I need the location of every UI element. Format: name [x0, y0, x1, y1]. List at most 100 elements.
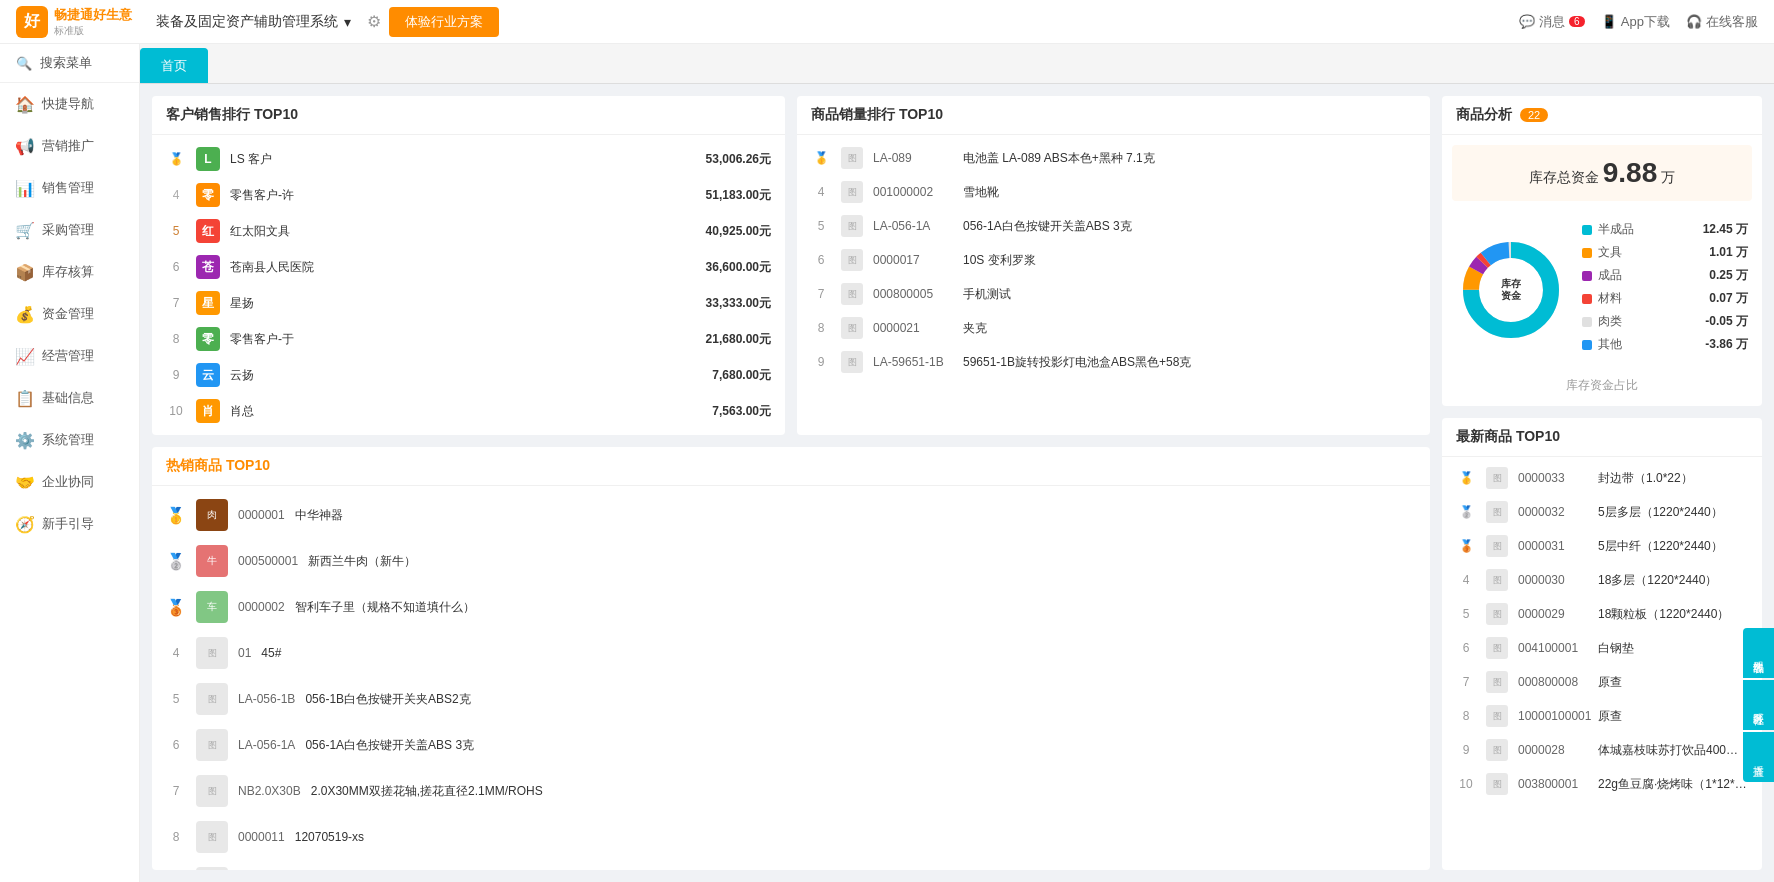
sidebar-item-label: 经营管理 [42, 347, 94, 365]
legend-dot-4 [1582, 294, 1592, 304]
tab-home[interactable]: 首页 [140, 48, 208, 83]
newest-code-7: 000800008 [1518, 675, 1588, 689]
table-row: 6 图 0000017 10S 变利罗浆 [797, 243, 1430, 277]
system-selector[interactable]: 装备及固定资产辅助管理系统 ▾ [156, 13, 351, 31]
phone-icon: 📱 [1601, 14, 1617, 29]
online-service-btn[interactable]: 🎧 在线客服 [1686, 13, 1758, 31]
sidebar-item-quick-nav[interactable]: 🏠 快捷导航 [0, 83, 139, 125]
sidebar-item-cooperation[interactable]: 🤝 企业协同 [0, 461, 139, 503]
hot-code-5: LA-056-1B [238, 692, 295, 706]
newest-name-10: 22g鱼豆腐·烧烤味（1*12*20） [1598, 776, 1748, 793]
legend-value-1: 12.45 万 [1703, 221, 1748, 238]
float-btn-service[interactable]: 客服热线 [1743, 628, 1774, 678]
customer-amount-2: 51,183.00元 [706, 187, 771, 204]
inventory-total-value: 9.88 [1603, 157, 1658, 188]
hot-code-3: 0000002 [238, 600, 285, 614]
table-row: 5 红 红太阳文具 40,925.00元 [152, 213, 785, 249]
prod-img-5: 图 [841, 283, 863, 305]
table-row: 4 零 零售客户-许 51,183.00元 [152, 177, 785, 213]
newest-code-5: 0000029 [1518, 607, 1588, 621]
logo-brand: 畅捷通好生意 [54, 6, 132, 24]
table-row: 5 图 LA-056-1A 056-1A白色按键开关盖ABS 3克 [797, 209, 1430, 243]
inventory-legend: 半成品 12.45 万 文具 1.01 万 成品 0 [1582, 221, 1748, 359]
customer-ranking-list: 🥇 L LS 客户 53,006.26元 4 零 零售客户-许 51,183.0… [152, 135, 785, 435]
sidebar-item-base-info[interactable]: 📋 基础信息 [0, 377, 139, 419]
product-sales-title: 商品销量排行 TOP10 [811, 106, 943, 124]
newest-rank-10: 10 [1456, 777, 1476, 791]
experience-btn[interactable]: 体验行业方案 [389, 7, 499, 37]
sidebar-item-guide[interactable]: 🧭 新手引导 [0, 503, 139, 545]
sidebar-item-finance[interactable]: 💰 资金管理 [0, 293, 139, 335]
chevron-down-icon[interactable]: ▾ [344, 14, 351, 30]
sales-icon: 📊 [16, 179, 34, 197]
app-download-btn[interactable]: 📱 App下载 [1601, 13, 1670, 31]
customer-name-3: 红太阳文具 [230, 223, 696, 240]
sidebar-item-system[interactable]: ⚙️ 系统管理 [0, 419, 139, 461]
sidebar-item-label: 新手引导 [42, 515, 94, 533]
sidebar-item-inventory[interactable]: 📦 库存核算 [0, 251, 139, 293]
list-item: 9 图 KK-SD22110H 花语萌恒温分腿睡袋（厚款） [152, 860, 1430, 870]
legend-dot-6 [1582, 340, 1592, 350]
inventory-total-label: 库存总资金 [1529, 169, 1599, 185]
guide-icon: 🧭 [16, 515, 34, 533]
table-row: 🥇 图 LA-089 电池盖 LA-089 ABS本色+黑种 7.1克 [797, 141, 1430, 175]
customer-amount-5: 33,333.00元 [706, 295, 771, 312]
newest-name-9: 体城嘉枝味苏打饮品400毫升（1*15） [1598, 742, 1748, 759]
prod-rank-5: 7 [811, 287, 831, 301]
rank-badge-7: 云 [196, 363, 220, 387]
sidebar-item-purchase[interactable]: 🛒 采购管理 [0, 209, 139, 251]
float-btn-live[interactable]: 直播 [1743, 732, 1774, 782]
sidebar-item-operations[interactable]: 📈 经营管理 [0, 335, 139, 377]
hot-code-7: NB2.0X30B [238, 784, 301, 798]
finance-icon: 💰 [16, 305, 34, 323]
newest-code-6: 004100001 [1518, 641, 1588, 655]
message-btn[interactable]: 💬 消息 6 [1519, 13, 1585, 31]
topbar-right: 💬 消息 6 📱 App下载 🎧 在线客服 [1519, 13, 1758, 31]
inventory-footer: 库存资金占比 [1442, 369, 1762, 406]
hot-name-6: 056-1A白色按键开关盖ABS 3克 [305, 737, 1416, 754]
rank-badge-8: 肖 [196, 399, 220, 423]
newest-img-1: 图 [1486, 467, 1508, 489]
newest-name-3: 5层中纤（1220*2440） [1598, 538, 1748, 555]
sidebar-item-marketing[interactable]: 📢 营销推广 [0, 125, 139, 167]
hot-code-1: 0000001 [238, 508, 285, 522]
newest-code-4: 0000030 [1518, 573, 1588, 587]
hot-rank-5: 5 [166, 692, 186, 706]
newest-code-9: 0000028 [1518, 743, 1588, 757]
rank-num-5: 7 [166, 296, 186, 310]
customer-name-2: 零售客户-许 [230, 187, 696, 204]
newest-rank-1: 🥇 [1456, 471, 1476, 485]
hot-img-4: 图 [196, 637, 228, 669]
newest-rank-2: 🥈 [1456, 505, 1476, 519]
customer-amount-8: 7,563.00元 [712, 403, 771, 420]
search-icon: 🔍 [16, 56, 32, 71]
rank-badge-4: 苍 [196, 255, 220, 279]
newest-code-1: 0000033 [1518, 471, 1588, 485]
float-btn-community[interactable]: 服务社区 [1743, 680, 1774, 730]
hot-code-4: 01 [238, 646, 251, 660]
sidebar-item-sales[interactable]: 📊 销售管理 [0, 167, 139, 209]
table-row: 6 苍 苍南县人民医院 36,600.00元 [152, 249, 785, 285]
table-row: 10 肖 肖总 7,563.00元 [152, 393, 785, 429]
logo-area: 好 畅捷通好生意 标准版 [16, 6, 156, 38]
top-row: 客户销售排行 TOP10 🥇 L LS 客户 53,006.26元 [152, 96, 1430, 435]
newest-rank-6: 6 [1456, 641, 1476, 655]
legend-label-2: 文具 [1598, 244, 1703, 261]
list-item: 5 图 0000029 18颗粒板（1220*2440） [1442, 597, 1762, 631]
newest-products-panel: 最新商品 TOP10 🥇 图 0000033 封边带（1.0*22） [1442, 418, 1762, 870]
hot-name-3: 智利车子里（规格不知道填什么） [295, 599, 1416, 616]
search-menu[interactable]: 🔍 搜索菜单 [0, 44, 139, 83]
gear-icon[interactable]: ⚙ [367, 12, 381, 31]
newest-rank-3: 🥉 [1456, 539, 1476, 553]
hot-img-8: 图 [196, 821, 228, 853]
inventory-total-unit: 万 [1661, 169, 1675, 185]
donut-chart: 库存 资金 [1456, 235, 1566, 345]
prod-rank-3: 5 [811, 219, 831, 233]
customer-ranking-header: 客户销售排行 TOP10 [152, 96, 785, 135]
legend-value-3: 0.25 万 [1709, 267, 1748, 284]
hot-products-header: 热销商品 TOP10 [152, 447, 1430, 486]
main-layout: 🔍 搜索菜单 🏠 快捷导航 📢 营销推广 📊 销售管理 🛒 采购管理 📦 库存核… [0, 44, 1774, 882]
table-row: 4 图 001000002 雪地靴 [797, 175, 1430, 209]
prod-img-3: 图 [841, 215, 863, 237]
hot-img-5: 图 [196, 683, 228, 715]
